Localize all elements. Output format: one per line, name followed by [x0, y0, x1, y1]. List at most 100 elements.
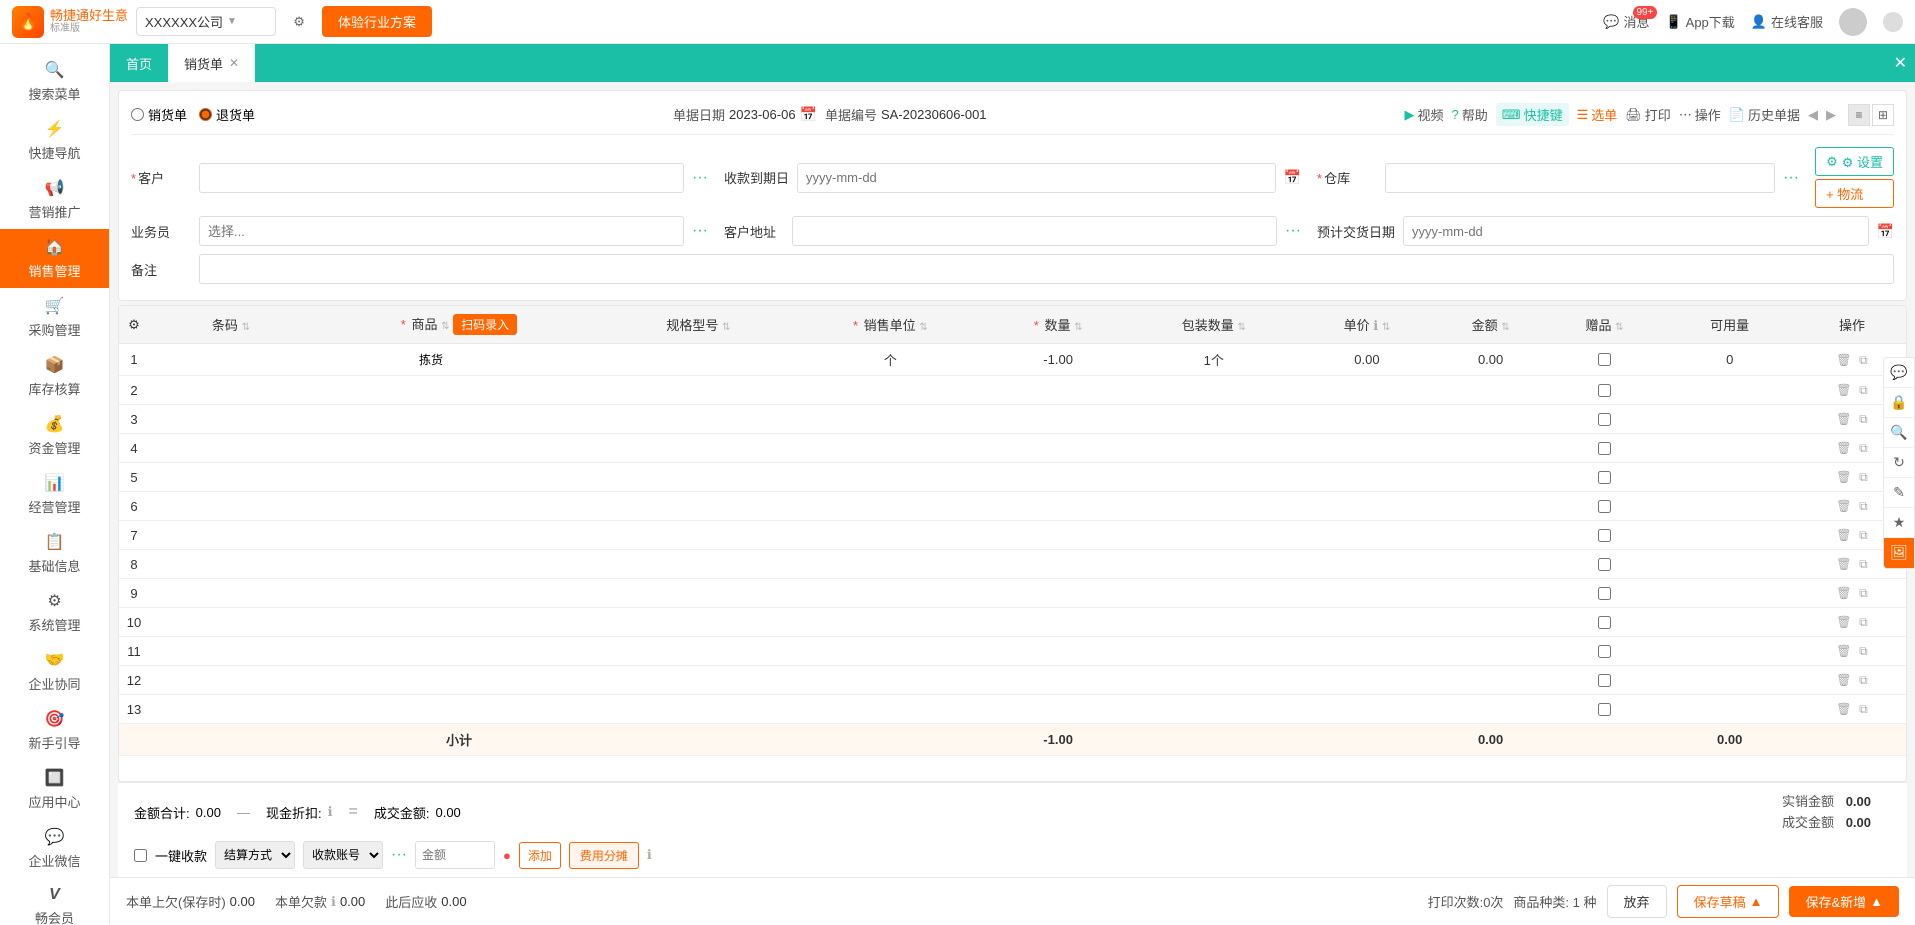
address-dots-icon[interactable]: ··· [1285, 222, 1301, 240]
delivery-calendar-icon[interactable]: 📅 [1877, 223, 1894, 240]
barcode-cell-input[interactable] [201, 384, 261, 398]
gift-checkbox[interactable] [1598, 529, 1611, 542]
product-cell-input[interactable] [419, 558, 499, 572]
sidebar-item-wechat[interactable]: 💬 企业微信 [0, 819, 109, 878]
delete-icon[interactable]: 🗑 [1836, 702, 1851, 716]
customer-address-input[interactable] [792, 216, 1277, 246]
grid-view-btn[interactable]: ⊞ [1872, 104, 1894, 126]
spec-cell-input[interactable] [663, 413, 733, 427]
add-circle-icon[interactable]: ● [503, 848, 511, 863]
prev-icon[interactable]: ◀ [1808, 107, 1818, 123]
sidebar-item-finance[interactable]: 💰 资金管理 [0, 406, 109, 465]
spec-cell-input[interactable] [663, 353, 733, 367]
spec-cell-input[interactable] [663, 384, 733, 398]
copy-icon[interactable]: ⧉ [1859, 586, 1868, 600]
warehouse-dots-icon[interactable]: ··· [1783, 169, 1799, 187]
gift-checkbox[interactable] [1598, 616, 1611, 629]
gift-checkbox[interactable] [1598, 442, 1611, 455]
copy-icon[interactable]: ⧉ [1859, 499, 1868, 513]
sidebar-item-system[interactable]: ⚙ 系统管理 [0, 583, 109, 642]
radio-return-order[interactable]: 退货单 [199, 105, 255, 124]
barcode-cell-input[interactable] [201, 674, 261, 688]
app-download-btn[interactable]: 📱 App下载 [1665, 12, 1734, 31]
gift-checkbox[interactable] [1598, 645, 1611, 658]
shortcut-btn[interactable]: ⌨ 快捷键 [1496, 103, 1569, 126]
gift-checkbox[interactable] [1598, 674, 1611, 687]
print-btn[interactable]: 🖨 打印 [1625, 105, 1671, 124]
cash-discount-info-icon[interactable]: ℹ [328, 804, 333, 820]
operation-btn[interactable]: ⋯ 操作 [1679, 105, 1721, 124]
barcode-cell-input[interactable] [201, 529, 261, 543]
video-btn[interactable]: ▶ 视频 [1405, 105, 1444, 124]
gift-checkbox[interactable] [1598, 587, 1611, 600]
copy-icon[interactable]: ⧉ [1859, 702, 1868, 716]
barcode-cell-input[interactable] [201, 645, 261, 659]
amount-input[interactable] [415, 841, 495, 869]
tab-sales-order[interactable]: 销货单 ✕ [168, 44, 255, 82]
spec-sort-icon[interactable]: ⇅ [722, 322, 730, 333]
copy-icon[interactable]: ⧉ [1859, 441, 1868, 455]
float-chat-btn[interactable]: 💬 [1884, 358, 1914, 388]
total-owed-info-icon[interactable]: ℹ [331, 894, 336, 910]
product-cell-input[interactable] [419, 616, 499, 630]
account-dots-icon[interactable]: ··· [391, 846, 407, 864]
list-view-btn[interactable]: ≡ [1848, 104, 1870, 126]
sidebar-item-marketing[interactable]: 📢 营销推广 [0, 170, 109, 229]
avatar-2[interactable] [1883, 12, 1903, 32]
customer-dots-icon[interactable]: ··· [692, 169, 708, 187]
gift-checkbox[interactable] [1598, 353, 1611, 366]
warehouse-input[interactable]: 建材仓 [1385, 163, 1775, 193]
online-support-btn[interactable]: 👤 在线客服 [1751, 12, 1823, 31]
payment-account-select[interactable]: 收款账号 [303, 841, 383, 869]
float-lock-btn[interactable]: 🔒 [1884, 388, 1914, 418]
product-sort-icon[interactable]: ⇅ [441, 321, 449, 332]
copy-icon[interactable]: ⧉ [1859, 673, 1868, 687]
delete-icon[interactable]: 🗑 [1836, 353, 1851, 367]
barcode-cell-input[interactable] [201, 471, 261, 485]
copy-icon[interactable]: ⧉ [1859, 353, 1868, 367]
next-icon[interactable]: ▶ [1826, 107, 1836, 123]
barcode-cell-input[interactable] [201, 616, 261, 630]
barcode-cell-input[interactable] [201, 703, 261, 717]
expected-delivery-input[interactable] [1403, 216, 1869, 246]
product-cell-input[interactable] [419, 353, 499, 367]
price-info-icon[interactable]: ℹ [1373, 318, 1378, 333]
product-cell-input[interactable] [419, 674, 499, 688]
float-zoom-btn[interactable]: 🔍 [1884, 418, 1914, 448]
add-button[interactable]: 添加 [519, 842, 561, 869]
sidebar-item-purchase[interactable]: 🛒 采购管理 [0, 288, 109, 347]
delete-icon[interactable]: 🗑 [1836, 557, 1851, 571]
due-date-input[interactable] [797, 163, 1276, 193]
float-star-btn[interactable]: ★ [1884, 508, 1914, 538]
product-cell-input[interactable] [419, 384, 499, 398]
product-cell-input[interactable] [419, 703, 499, 717]
barcode-cell-input[interactable] [201, 442, 261, 456]
product-cell-input[interactable] [419, 529, 499, 543]
float-edit-btn[interactable]: ✎ [1884, 478, 1914, 508]
select-btn[interactable]: ☰ 选单 [1577, 105, 1618, 124]
calendar-icon[interactable]: 📅 [800, 106, 817, 123]
copy-icon[interactable]: ⧉ [1859, 412, 1868, 426]
settings-gear-icon[interactable]: ⚙ [284, 7, 314, 37]
expense-help-icon[interactable]: ℹ [647, 847, 652, 863]
product-cell-input[interactable] [419, 413, 499, 427]
copy-icon[interactable]: ⧉ [1859, 644, 1868, 658]
spec-cell-input[interactable] [663, 645, 733, 659]
delete-icon[interactable]: 🗑 [1836, 499, 1851, 513]
barcode-cell-input[interactable] [201, 353, 261, 367]
company-selector[interactable]: XXXXXX公司 ▼ [136, 7, 276, 36]
gift-checkbox[interactable] [1598, 558, 1611, 571]
spec-cell-input[interactable] [663, 558, 733, 572]
sidebar-item-business[interactable]: 📊 经营管理 [0, 465, 109, 524]
delete-icon[interactable]: 🗑 [1836, 528, 1851, 542]
unit-sort-icon[interactable]: ⇅ [919, 322, 927, 333]
scan-button[interactable]: 扫码录入 [453, 314, 517, 335]
float-image-btn[interactable]: 🖼 [1884, 538, 1914, 568]
barcode-cell-input[interactable] [201, 500, 261, 514]
delete-icon[interactable]: 🗑 [1836, 586, 1851, 600]
discard-button[interactable]: 放弃 [1607, 885, 1667, 918]
sidebar-item-quick-nav[interactable]: ⚡ 快捷导航 [0, 111, 109, 170]
barcode-cell-input[interactable] [201, 413, 261, 427]
salesperson-dots-icon[interactable]: ··· [692, 222, 708, 240]
gift-checkbox[interactable] [1598, 384, 1611, 397]
